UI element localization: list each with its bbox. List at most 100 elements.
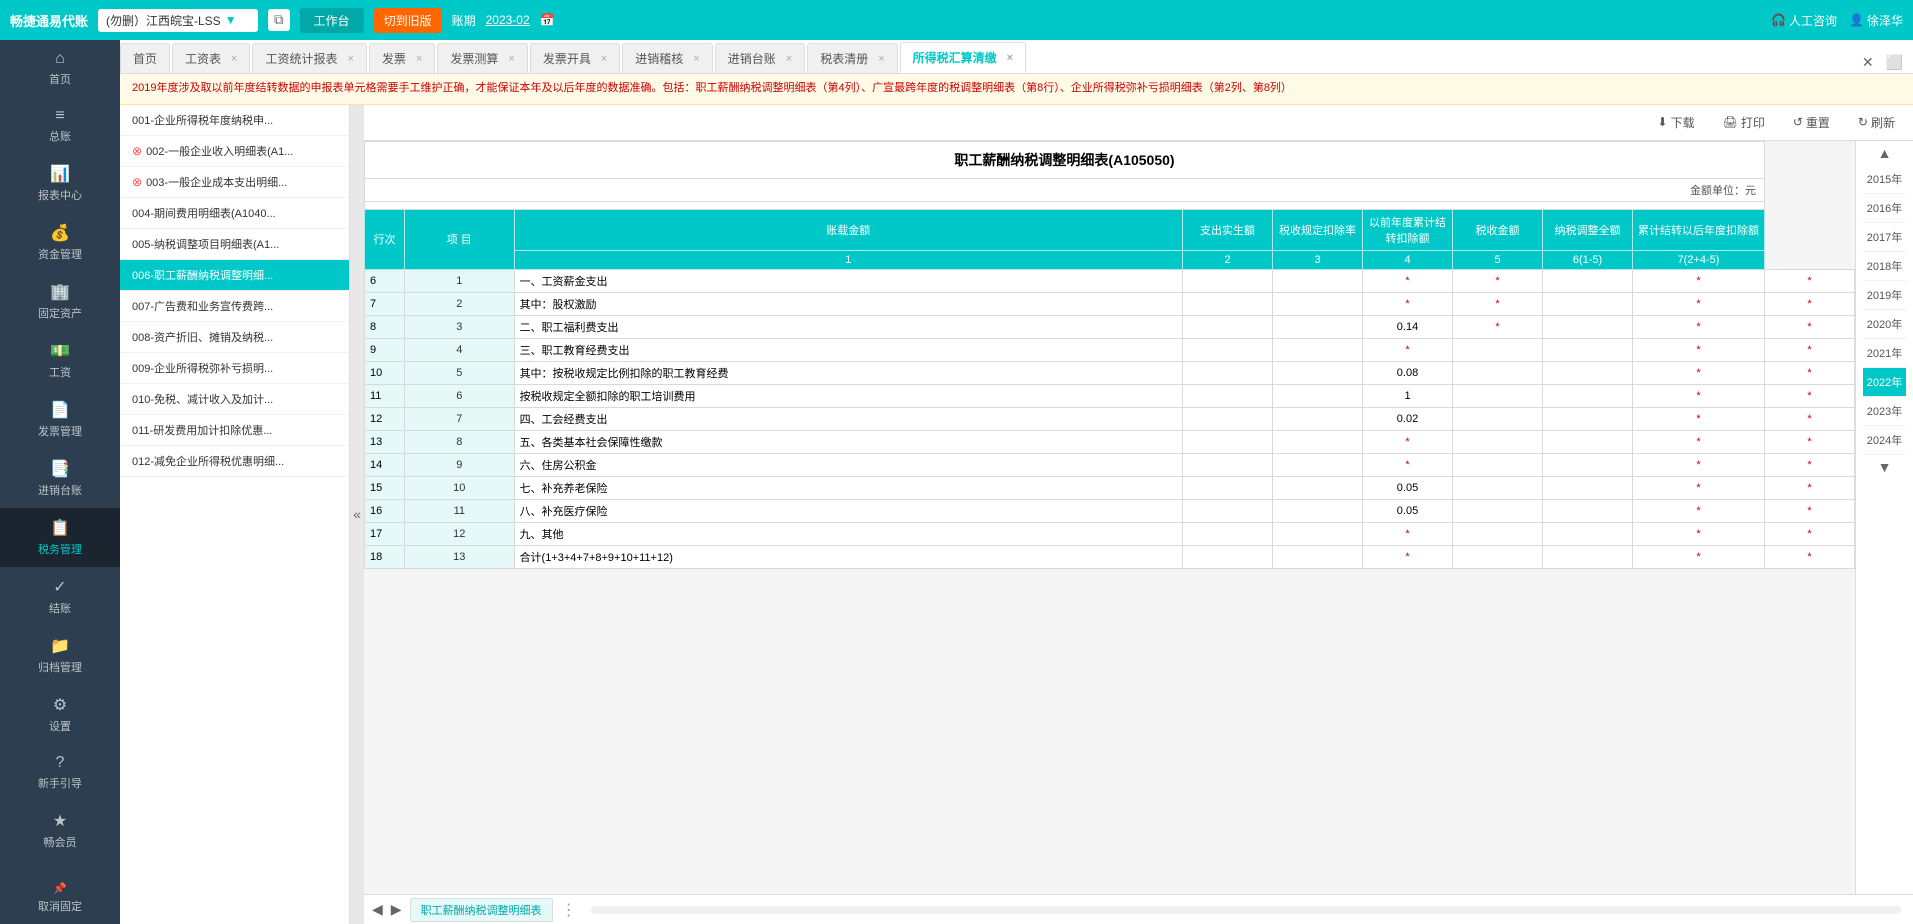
col3-val[interactable]: 0.05 [1363,476,1453,499]
tab-close-icon[interactable]: × [693,53,699,65]
year-item[interactable]: 2020年 [1863,310,1906,339]
row-seq[interactable]: 4 [405,338,515,361]
col7-val[interactable]: * [1765,499,1855,522]
col3-val[interactable]: * [1363,292,1453,315]
col2-val[interactable] [1273,315,1363,338]
col6-val[interactable]: * [1633,522,1765,545]
row-number[interactable]: 8 [365,315,405,338]
col5-val[interactable] [1543,407,1633,430]
col6-val[interactable]: * [1633,407,1765,430]
sidebar-item-fixed-assets[interactable]: 🏢固定资产 [0,272,120,331]
col1-val[interactable] [1183,384,1273,407]
tab-invoice-open[interactable]: 发票开具× [530,43,620,73]
col3-val[interactable]: 0.02 [1363,407,1453,430]
sub-sidebar-item-005[interactable]: 005-纳税调整项目明细表(A1... [120,229,349,260]
col2-val[interactable] [1273,522,1363,545]
collapse-button[interactable]: « [350,105,364,924]
tab-tax-clear[interactable]: 税表清册× [807,43,897,73]
col5-val[interactable] [1543,315,1633,338]
tab-close-icon[interactable]: × [416,53,422,65]
row-number[interactable]: 14 [365,453,405,476]
sidebar-item-cancel-fixed[interactable]: 📌取消固定 [0,872,120,924]
col4-val[interactable] [1453,545,1543,568]
col6-val[interactable]: * [1633,384,1765,407]
row-number[interactable]: 6 [365,269,405,292]
tab-close-icon[interactable]: × [878,53,884,65]
col3-val[interactable]: 1 [1363,384,1453,407]
sidebar-item-payroll[interactable]: 💵工资 [0,331,120,390]
col7-val[interactable]: * [1765,407,1855,430]
user-avatar[interactable]: 👤 徐泽华 [1849,12,1903,29]
sidebar-item-settings[interactable]: ⚙设置 [0,685,120,744]
row-seq[interactable]: 12 [405,522,515,545]
tab-close-icon[interactable]: × [231,53,237,65]
col1-val[interactable] [1183,545,1273,568]
col6-val[interactable]: * [1633,453,1765,476]
col4-val[interactable] [1453,499,1543,522]
col2-val[interactable] [1273,292,1363,315]
col5-val[interactable] [1543,453,1633,476]
col1-val[interactable] [1183,430,1273,453]
col3-val[interactable]: * [1363,545,1453,568]
col7-val[interactable]: * [1765,476,1855,499]
col4-val[interactable] [1453,430,1543,453]
col3-val[interactable]: * [1363,269,1453,292]
row-number[interactable]: 9 [365,338,405,361]
col3-val[interactable]: * [1363,338,1453,361]
col4-val[interactable] [1453,407,1543,430]
row-seq[interactable]: 10 [405,476,515,499]
col7-val[interactable]: * [1765,384,1855,407]
col1-val[interactable] [1183,499,1273,522]
sidebar-item-settlement[interactable]: ✓结账 [0,567,120,626]
col7-val[interactable]: * [1765,292,1855,315]
col5-val[interactable] [1543,269,1633,292]
col2-val[interactable] [1273,476,1363,499]
col6-val[interactable]: * [1633,269,1765,292]
row-item[interactable]: 合计(1+3+4+7+8+9+10+11+12) [514,545,1182,568]
year-item[interactable]: 2024年 [1863,426,1906,455]
tab-payroll[interactable]: 工资表× [172,43,250,73]
row-item[interactable]: 五、各类基本社会保障性缴款 [514,430,1182,453]
tab-close-button[interactable]: ✕ [1858,52,1878,73]
company-selector[interactable]: (勿删）江西皖宝-LSS ▼ [98,9,258,32]
col5-val[interactable] [1543,522,1633,545]
col1-val[interactable] [1183,292,1273,315]
sub-sidebar-item-004[interactable]: 004-期间费用明细表(A1040... [120,198,349,229]
row-seq[interactable]: 1 [405,269,515,292]
col4-val[interactable] [1453,338,1543,361]
year-scroll-down-button[interactable]: ▼ [1856,455,1913,479]
col4-val[interactable] [1453,361,1543,384]
download-button[interactable]: ⬇ 下载 [1652,111,1701,134]
col1-val[interactable] [1183,361,1273,384]
col6-val[interactable]: * [1633,315,1765,338]
col4-val[interactable] [1453,453,1543,476]
row-number[interactable]: 11 [365,384,405,407]
tab-close-icon[interactable]: × [786,53,792,65]
year-item[interactable]: 2018年 [1863,252,1906,281]
copy-icon-btn[interactable]: ⧉ [268,9,290,31]
tab-purchase-check[interactable]: 进销稽核× [622,43,712,73]
col5-val[interactable] [1543,338,1633,361]
col6-val[interactable]: * [1633,292,1765,315]
col4-val[interactable]: * [1453,315,1543,338]
col7-val[interactable]: * [1765,430,1855,453]
row-number[interactable]: 16 [365,499,405,522]
row-item[interactable]: 其中：股权激励 [514,292,1182,315]
print-button[interactable]: 🖨 打印 [1717,111,1771,134]
col7-val[interactable]: * [1765,522,1855,545]
tab-income-tax[interactable]: 所得税汇算清缴× [900,42,1026,73]
col3-val[interactable]: 0.05 [1363,499,1453,522]
year-scroll-up-button[interactable]: ▲ [1856,141,1913,165]
row-number[interactable]: 18 [365,545,405,568]
col3-val[interactable]: * [1363,453,1453,476]
col4-val[interactable]: * [1453,269,1543,292]
col6-val[interactable]: * [1633,338,1765,361]
col3-val[interactable]: 0.08 [1363,361,1453,384]
sheet-nav-left-button[interactable]: ◀ [372,901,383,918]
col5-val[interactable] [1543,476,1633,499]
col5-val[interactable] [1543,384,1633,407]
sub-sidebar-item-009[interactable]: 009-企业所得税弥补亏损明... [120,353,349,384]
row-number[interactable]: 12 [365,407,405,430]
year-item[interactable]: 2023年 [1863,397,1906,426]
col7-val[interactable]: * [1765,453,1855,476]
